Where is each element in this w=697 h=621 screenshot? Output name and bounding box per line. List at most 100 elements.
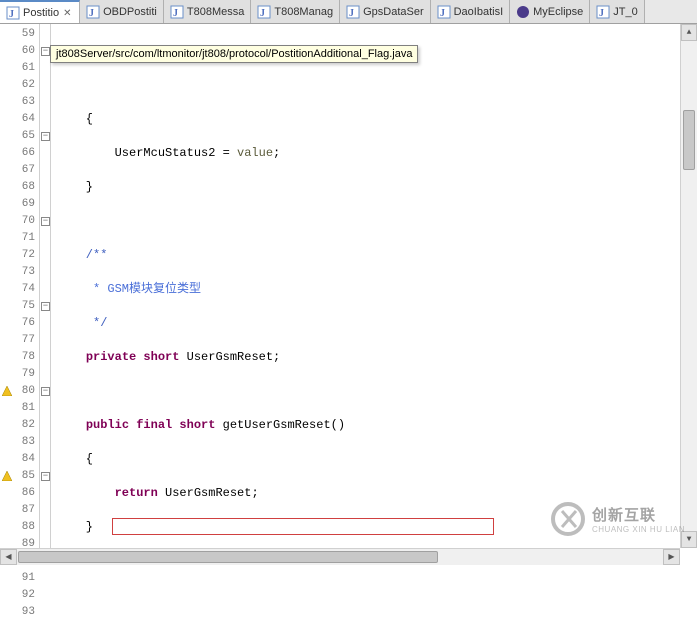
line-number: 82 <box>0 417 35 434</box>
tab-t808messa[interactable]: J T808Messa <box>164 0 251 23</box>
tab-label: OBDPostiti <box>103 6 157 18</box>
watermark-logo-icon <box>550 501 586 537</box>
line-number: 84 <box>0 451 35 468</box>
line-number: 63 <box>0 94 35 111</box>
line-number: 67 <box>0 162 35 179</box>
eclipse-icon <box>516 5 530 19</box>
code-line: UserMcuStatus2 = value; <box>57 145 697 162</box>
line-number: 70 <box>0 213 35 230</box>
line-number: 65 <box>0 128 35 145</box>
scroll-thumb[interactable] <box>18 551 438 563</box>
code-line: public final short getUserGsmReset() <box>57 417 697 434</box>
watermark: 创新互联 CHUANG XIN HU LIAN <box>550 501 685 537</box>
file-path-tooltip: jt808Server/src/com/ltmonitor/jt808/prot… <box>50 45 418 63</box>
code-line: private short UserGsmReset; <box>57 349 697 366</box>
scroll-thumb[interactable] <box>683 110 695 170</box>
line-number: 92 <box>0 587 35 604</box>
java-file-icon: J <box>596 5 610 19</box>
line-number: 64 <box>0 111 35 128</box>
line-number: 81 <box>0 400 35 417</box>
fold-toggle[interactable]: − <box>41 472 50 481</box>
tab-label: Postitio <box>23 7 59 19</box>
line-number: 76 <box>0 315 35 332</box>
line-number: 88 <box>0 519 35 536</box>
line-number: 62 <box>0 77 35 94</box>
java-file-icon: J <box>437 5 451 19</box>
line-number: 72 <box>0 247 35 264</box>
code-editor: 59 60 61 62 63 64 65 66 67 68 69 70 71 7… <box>0 24 697 565</box>
code-line: } <box>57 179 697 196</box>
vertical-scrollbar[interactable]: ▲ ▼ <box>680 24 697 548</box>
editor-tab-bar: J Postitio ✕ J OBDPostiti J T808Messa J … <box>0 0 697 24</box>
line-number: 59 <box>0 26 35 43</box>
fold-toggle[interactable]: − <box>41 302 50 311</box>
line-number: 79 <box>0 366 35 383</box>
tab-postitio[interactable]: J Postitio ✕ <box>0 0 80 23</box>
svg-text:J: J <box>349 8 354 19</box>
line-number: 91 <box>0 570 35 587</box>
line-number: 93 <box>0 604 35 621</box>
tab-label: T808Messa <box>187 6 244 18</box>
svg-text:J: J <box>260 8 265 19</box>
line-number: 78 <box>0 349 35 366</box>
line-number: 60 <box>0 43 35 60</box>
java-file-icon: J <box>170 5 184 19</box>
code-content[interactable]: { UserMcuStatus2 = value; } /** * GSM模块复… <box>51 24 697 565</box>
warning-marker-icon <box>2 471 12 481</box>
code-line: return UserGsmReset; <box>57 485 697 502</box>
line-number: 68 <box>0 179 35 196</box>
svg-text:J: J <box>599 8 604 19</box>
tab-label: MyEclipse <box>533 6 583 18</box>
line-number: 77 <box>0 332 35 349</box>
tab-jt0[interactable]: J JT_0 <box>590 0 644 23</box>
warning-marker-icon <box>2 386 12 396</box>
scroll-left-button[interactable]: ◀ <box>0 549 17 565</box>
line-number: 86 <box>0 485 35 502</box>
java-file-icon: J <box>257 5 271 19</box>
tab-obdpostiti[interactable]: J OBDPostiti <box>80 0 164 23</box>
line-number: 80 <box>0 383 35 400</box>
code-line: */ <box>57 315 697 332</box>
tab-label: DaoIbatisI <box>454 6 504 18</box>
tab-label: JT_0 <box>613 6 637 18</box>
line-number: 69 <box>0 196 35 213</box>
fold-toggle[interactable]: − <box>41 217 50 226</box>
fold-toggle[interactable]: − <box>41 387 50 396</box>
svg-text:J: J <box>173 8 178 19</box>
line-number: 74 <box>0 281 35 298</box>
line-number: 73 <box>0 264 35 281</box>
tab-label: T808Manag <box>274 6 333 18</box>
line-number-gutter: 59 60 61 62 63 64 65 66 67 68 69 70 71 7… <box>0 24 40 565</box>
line-number: 71 <box>0 230 35 247</box>
line-number: 61 <box>0 60 35 77</box>
line-number: 87 <box>0 502 35 519</box>
tab-daoibatisi[interactable]: J DaoIbatisI <box>431 0 511 23</box>
line-number: 85 <box>0 468 35 485</box>
scroll-right-button[interactable]: ▶ <box>663 549 680 565</box>
fold-column: − − − − − − <box>40 24 51 565</box>
fold-toggle[interactable]: − <box>41 47 50 56</box>
line-number: 75 <box>0 298 35 315</box>
watermark-text: 创新互联 <box>592 504 685 525</box>
svg-text:J: J <box>89 8 94 19</box>
code-line: /** <box>57 247 697 264</box>
tab-t808manag[interactable]: J T808Manag <box>251 0 340 23</box>
tab-label: GpsDataSer <box>363 6 424 18</box>
close-icon[interactable]: ✕ <box>63 8 73 18</box>
line-number: 66 <box>0 145 35 162</box>
svg-text:J: J <box>9 9 14 20</box>
scroll-up-button[interactable]: ▲ <box>681 24 697 41</box>
java-file-icon: J <box>6 6 20 20</box>
fold-toggle[interactable]: − <box>41 132 50 141</box>
java-file-icon: J <box>86 5 100 19</box>
code-line: { <box>57 111 697 128</box>
line-number: 83 <box>0 434 35 451</box>
code-line: * GSM模块复位类型 <box>57 281 697 298</box>
java-file-icon: J <box>346 5 360 19</box>
tab-gpsdataser[interactable]: J GpsDataSer <box>340 0 431 23</box>
watermark-subtext: CHUANG XIN HU LIAN <box>592 525 685 534</box>
tab-myeclipse[interactable]: MyEclipse <box>510 0 590 23</box>
svg-text:J: J <box>440 8 445 19</box>
code-line: { <box>57 451 697 468</box>
horizontal-scrollbar[interactable]: ◀ ▶ <box>0 548 680 565</box>
